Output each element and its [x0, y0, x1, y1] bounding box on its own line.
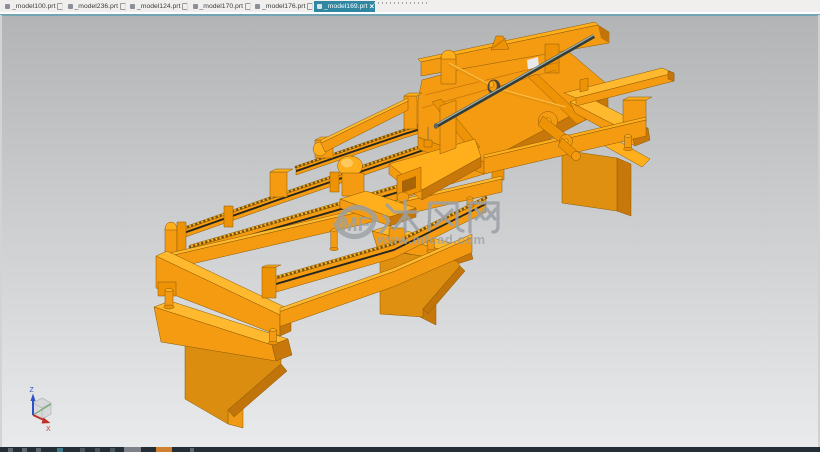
svg-text:Z: Z: [30, 387, 35, 394]
svg-text:MF: MF: [341, 214, 370, 236]
svg-text:www.mfcad.com: www.mfcad.com: [376, 232, 486, 247]
svg-text:X: X: [46, 426, 51, 433]
